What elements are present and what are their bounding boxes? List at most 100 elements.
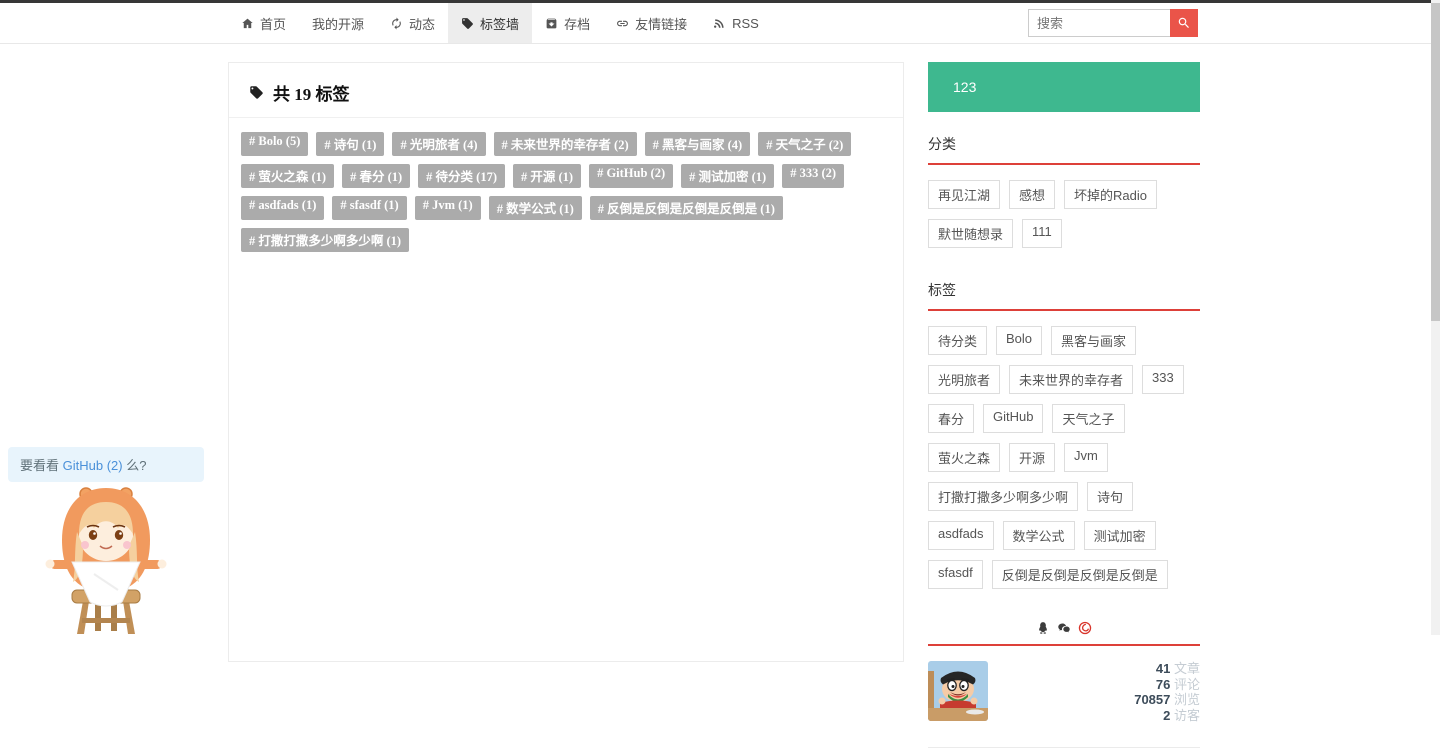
tag-chip[interactable]: 反倒是反倒是反倒是反倒是 (991, 560, 1168, 589)
stat-value: 70857 (1134, 692, 1171, 707)
sidebar-tag-list: 待分类 Bolo 黑客与画家光明旅者 未来世界的幸存者 333 春分 GitHub 天气之子萤… (928, 326, 1200, 599)
tag-chip[interactable]: sfasdf (928, 560, 983, 589)
stat-row: 70857 浏览 (1134, 692, 1200, 708)
tag-badge-list: # Bolo (5) # 诗句 (1) # 光明旅者 (4) # 未来世界的幸存者 (… (229, 118, 903, 266)
stat-value: 76 (1155, 676, 1171, 692)
card-header: 共 19 标签 (229, 63, 903, 118)
tag-chip[interactable]: Bolo (996, 326, 1043, 355)
nav-item-home[interactable]: 首页 (228, 3, 299, 43)
tag-badge[interactable]: # sfasdf (1) (332, 196, 407, 220)
blog-stats: 41 文章 76 评论 70857 浏览 2 访客 (928, 661, 1200, 723)
search-button[interactable] (1170, 9, 1198, 37)
tag-chip[interactable]: 数学公式 (1002, 521, 1075, 550)
bubble-text-suffix: 么? (122, 458, 147, 473)
tag-badge[interactable]: # 萤火之森 (1) (241, 164, 335, 188)
tags-widget: 标签 待分类 Bolo 黑客与画家 光明旅者 未来世界的幸存者 333 春分 GitHub 天气… (928, 280, 1200, 599)
refresh-icon (390, 17, 403, 30)
scrollbar[interactable] (1431, 0, 1440, 635)
tag-badge[interactable]: # 待分类 (17) (418, 164, 505, 188)
about-widget: 41 文章 76 评论 70857 浏览 2 访客 (928, 621, 1200, 749)
tag-icon (249, 85, 264, 100)
stat-row: 41 文章 (1134, 661, 1200, 677)
nav-item-label: 首页 (260, 16, 287, 32)
tag-icon (461, 17, 474, 30)
category-chip[interactable]: 感想 (1009, 180, 1056, 209)
category-chip[interactable]: 111 (1022, 219, 1062, 248)
tag-badge[interactable]: # 春分 (1) (342, 164, 411, 188)
tag-chip[interactable]: Jvm (1064, 443, 1108, 472)
sidebar: 123 分类 再见江湖 感想 坏掉的Radio 默世随想录 111 标签 待分类 Bolo… (928, 62, 1200, 749)
stat-value: 41 (1155, 661, 1171, 676)
tag-chip[interactable]: 萤火之森 (928, 443, 1001, 472)
tag-badge[interactable]: # 开源 (1) (512, 164, 582, 188)
stat-row: 76 评论 (1134, 677, 1200, 693)
category-chip[interactable]: 再见江湖 (928, 180, 1001, 209)
stat-label: 文章 (1170, 661, 1200, 676)
tag-badge[interactable]: # 打撒打撒多少啊多少啊 (1) (241, 228, 410, 252)
qq-icon[interactable] (1036, 621, 1050, 635)
tag-badge[interactable]: # 333 (2) (782, 164, 845, 188)
stat-label: 浏览 (1170, 692, 1200, 707)
search-input[interactable] (1028, 9, 1170, 37)
tag-badge[interactable]: # 诗句 (1) (316, 132, 385, 156)
tag-badge[interactable]: # GitHub (2) (589, 164, 674, 188)
tag-chip[interactable]: 开源 (1009, 443, 1056, 472)
tag-badge[interactable]: # asdfads (1) (241, 196, 325, 220)
tag-chip[interactable]: 天气之子 (1052, 404, 1125, 433)
link-icon (616, 17, 629, 30)
stat-lines: 41 文章 76 评论 70857 浏览 2 访客 (1134, 661, 1200, 723)
tag-badge[interactable]: # 光明旅者 (4) (392, 132, 486, 156)
announcement-banner: 123 (928, 62, 1200, 112)
tag-chip[interactable]: 打撒打撒多少啊多少啊 (928, 482, 1079, 511)
tag-badge[interactable]: # 未来世界的幸存者 (2) (493, 132, 637, 156)
home-icon (241, 17, 254, 30)
tag-chip[interactable]: 333 (1142, 365, 1184, 394)
bubble-github-link[interactable]: GitHub (2) (63, 458, 123, 473)
nav-item-archive[interactable]: 存档 (532, 3, 603, 43)
category-list: 再见江湖 感想 坏掉的Radio 默世随想录 111 (928, 180, 1200, 258)
tag-badge[interactable]: # Jvm (1) (414, 196, 481, 220)
nav-item-label: 存档 (564, 16, 591, 32)
announcement-text: 123 (953, 79, 977, 95)
search-box (1028, 9, 1198, 37)
nav-item-activity[interactable]: 动态 (377, 3, 448, 43)
archive-icon (545, 17, 558, 30)
nav-item-label: 动态 (409, 16, 436, 32)
social-icons-row (928, 621, 1200, 646)
tag-chip[interactable]: 光明旅者 (928, 365, 1001, 394)
nav-item-my-opensource[interactable]: 我的开源 (299, 3, 377, 43)
categories-title: 分类 (928, 134, 1200, 165)
nav-item-tag-wall[interactable]: 标签墙 (448, 3, 533, 43)
nav-item-label: 我的开源 (312, 16, 365, 32)
nav-items: 首页 我的开源 动态 标签墙 存档 友情链接 RSS (228, 3, 1440, 43)
page-title: 共 19 标签 (273, 85, 350, 104)
tag-badge[interactable]: # 黑客与画家 (4) (644, 132, 751, 156)
tag-chip[interactable]: 春分 (928, 404, 975, 433)
tag-badge[interactable]: # 数学公式 (1) (488, 196, 582, 220)
stat-value: 2 (1163, 707, 1171, 723)
mascot-chat-bubble: 要看看 GitHub (2) 么? (8, 447, 204, 482)
tag-chip[interactable]: 诗句 (1087, 482, 1134, 511)
category-chip[interactable]: 默世随想录 (928, 219, 1014, 248)
netease-music-icon[interactable] (1078, 621, 1092, 635)
category-chip[interactable]: 坏掉的Radio (1064, 180, 1157, 209)
tag-badge[interactable]: # Bolo (5) (241, 132, 309, 156)
tag-badge[interactable]: # 反倒是反倒是反倒是反倒是 (1) (589, 196, 783, 220)
tag-chip[interactable]: 待分类 (928, 326, 988, 355)
nav-item-rss[interactable]: RSS (700, 3, 772, 43)
tag-chip[interactable]: asdfads (928, 521, 994, 550)
categories-widget: 分类 再见江湖 感想 坏掉的Radio 默世随想录 111 (928, 134, 1200, 258)
stat-label: 访客 (1170, 707, 1200, 723)
tag-chip[interactable]: GitHub (983, 404, 1044, 433)
tag-badge[interactable]: # 天气之子 (2) (758, 132, 852, 156)
nav-item-friend-links[interactable]: 友情链接 (603, 3, 700, 43)
tag-badge[interactable]: # 测试加密 (1) (681, 164, 775, 188)
tag-chip[interactable]: 测试加密 (1083, 521, 1156, 550)
stat-row: 2 访客 (1134, 708, 1200, 724)
tag-chip[interactable]: 未来世界的幸存者 (1009, 365, 1134, 394)
tag-chip[interactable]: 黑客与画家 (1051, 326, 1137, 355)
wechat-icon[interactable] (1057, 621, 1071, 635)
mascot-image (36, 484, 176, 636)
scrollbar-thumb[interactable] (1431, 3, 1440, 321)
top-border-strip (0, 0, 1440, 3)
